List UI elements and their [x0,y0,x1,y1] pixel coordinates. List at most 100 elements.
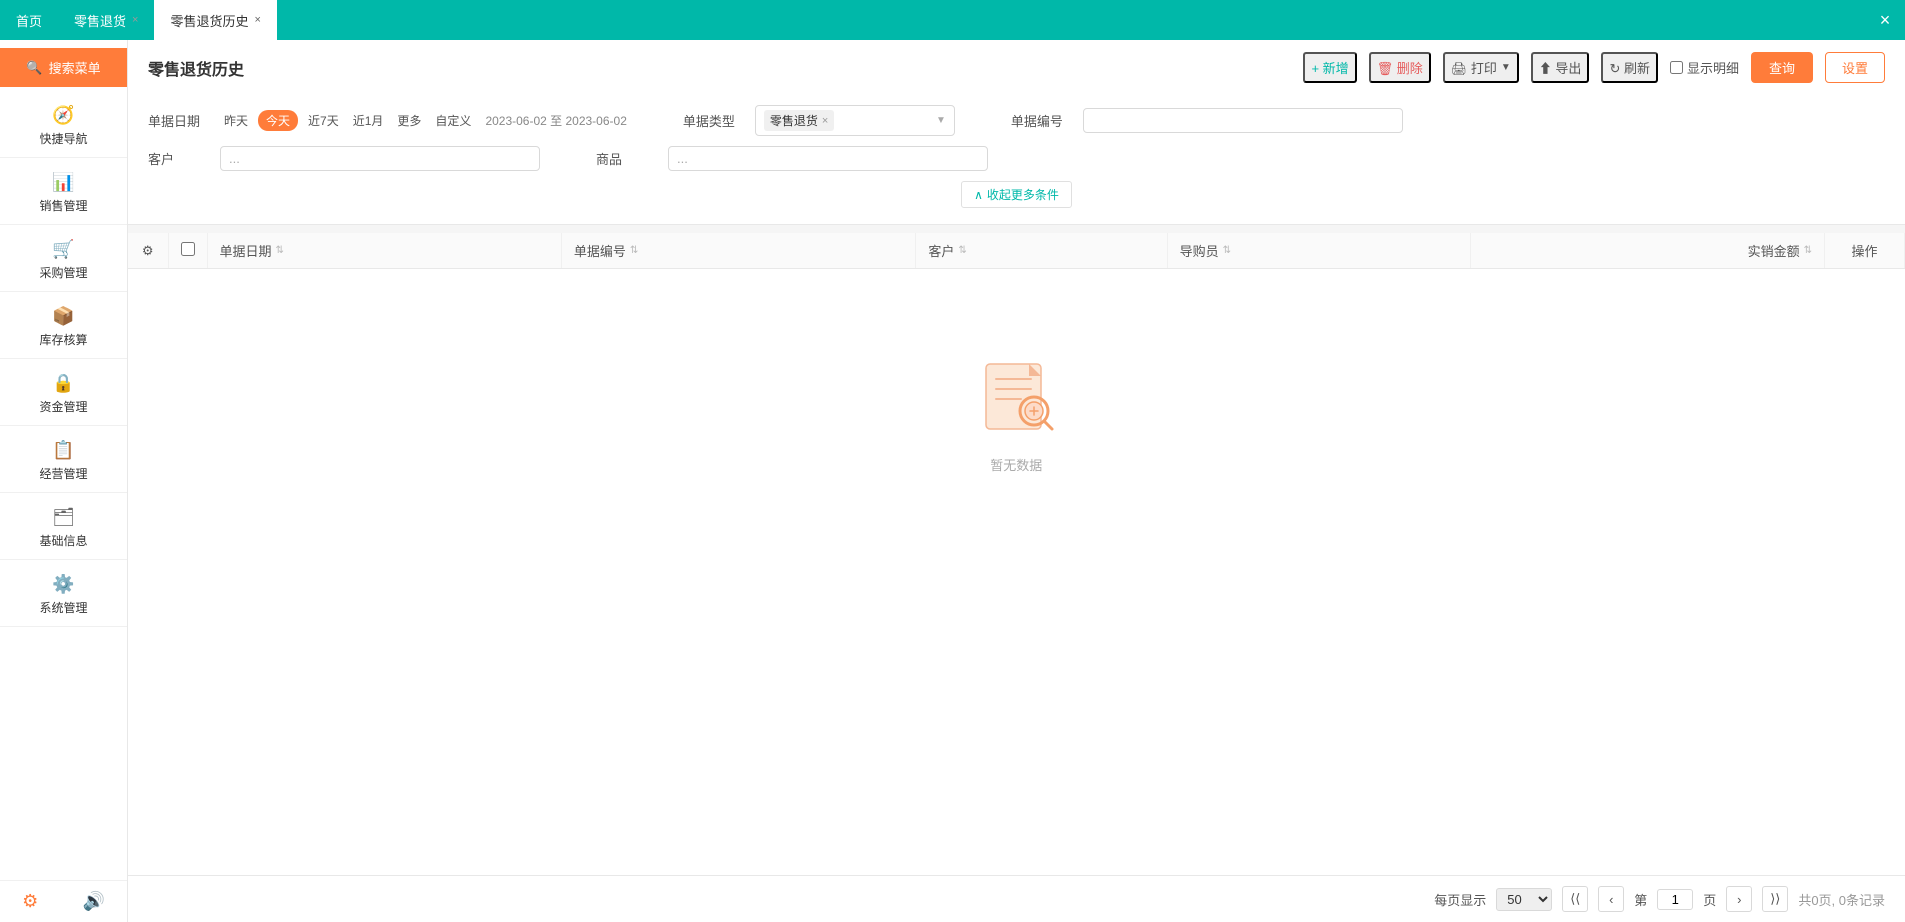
doc-type-select[interactable]: 零售退货 × ▼ [755,105,955,136]
doc-type-label: 单据类型 [683,111,739,130]
collapse-button[interactable]: ∧ 收起更多条件 [961,181,1072,208]
goods-select[interactable]: ... [668,146,988,171]
table-settings-icon[interactable]: ⚙ [142,243,154,258]
date-options: 昨天 今天 近7天 近1月 更多 自定义 2023-06-02 至 2023-0… [220,110,627,131]
table-body: 暂无数据 [128,269,1905,555]
app-layout: 🔍 搜索菜单 🧭 快捷导航 📊 销售管理 🛒 采购管理 📦 库存核算 🔒 资金管… [0,40,1905,922]
show-detail-checkbox[interactable] [1670,61,1683,74]
page-label: 页 [1703,890,1716,909]
sidebar-item-purchase-mgmt[interactable]: 🛒 采购管理 [0,225,127,292]
date-opt-yesterday[interactable]: 昨天 [220,110,252,131]
doc-no-input[interactable] [1083,108,1403,133]
basic-info-icon: 🗂 [52,507,75,528]
tab-retail-return-history[interactable]: 零售退货历史 × [154,0,276,40]
doc-no-label: 单据编号 [1011,111,1067,130]
query-button[interactable]: 查询 [1751,52,1813,83]
empty-text: 暂无数据 [990,455,1042,474]
delete-button[interactable]: 🗑 删除 [1369,52,1431,83]
customer-placeholder: ... [229,151,240,166]
date-opt-1month[interactable]: 近1月 [349,110,388,131]
main-content: 零售退货历史 + 新增 🗑 删除 🖨 打印 ▼ ⬆ 导出 [128,40,1905,922]
sidebar: 🔍 搜索菜单 🧭 快捷导航 📊 销售管理 🛒 采购管理 📦 库存核算 🔒 资金管… [0,40,128,922]
page-title-row: 零售退货历史 + 新增 🗑 删除 🖨 打印 ▼ ⬆ 导出 [148,52,1885,83]
page-word: 第 [1634,890,1647,909]
sidebar-item-basic-info[interactable]: 🗂 基础信息 [0,493,127,560]
show-detail-checkbox-label[interactable]: 显示明细 [1670,58,1739,77]
sidebar-item-inventory[interactable]: 📦 库存核算 [0,292,127,359]
collapse-icon: ∧ [974,188,983,202]
customer-select[interactable]: ... [220,146,540,171]
sidebar-item-system[interactable]: ⚙️ 系统管理 [0,560,127,627]
doc-type-tag: 零售退货 × [764,110,834,131]
quick-nav-icon: 🧭 [52,105,74,126]
date-opt-custom[interactable]: 自定义 [431,110,475,131]
date-filter-label: 单据日期 [148,111,204,130]
sort-doc-no-icon: ⇅ [630,245,638,256]
th-doc-no[interactable]: 单据编号 ⇅ [561,233,915,269]
print-button[interactable]: 🖨 打印 ▼ [1443,52,1519,83]
page-size-select[interactable]: 50 10 20 100 [1496,888,1552,911]
empty-icon [966,349,1066,439]
sort-guide-icon: ⇅ [1223,245,1231,256]
settings-bottom-icon[interactable]: ⚙ [22,891,38,912]
date-range-display: 2023-06-02 至 2023-06-02 [485,112,626,129]
sidebar-item-quick-nav[interactable]: 🧭 快捷导航 [0,91,127,158]
export-button[interactable]: ⬆ 导出 [1531,52,1590,83]
tab-home[interactable]: 首页 [0,0,58,40]
toolbar: + 新增 🗑 删除 🖨 打印 ▼ ⬆ 导出 ↻ 刷新 [1303,52,1885,83]
empty-state: 暂无数据 [128,269,1905,554]
sort-doc-date-icon: ⇅ [276,245,284,256]
window-close-button[interactable]: × [1865,0,1905,40]
print-dropdown-icon: ▼ [1501,62,1511,73]
sidebar-item-sales-mgmt[interactable]: 📊 销售管理 [0,158,127,225]
search-icon: 🔍 [26,60,42,76]
purchase-icon: 🛒 [52,239,74,260]
pagination-bar: 每页显示 50 10 20 100 ⟨⟨ ‹ 第 页 › ⟩⟩ 共0页, 0条记… [128,875,1905,922]
goods-placeholder: ... [677,151,688,166]
sidebar-item-finance[interactable]: 🔒 资金管理 [0,359,127,426]
sort-amount-icon: ⇅ [1804,245,1812,256]
th-checkbox [168,233,207,269]
filter-row-1: 单据日期 昨天 今天 近7天 近1月 更多 自定义 2023-06-02 至 2… [148,105,1885,136]
filter-area: 单据日期 昨天 今天 近7天 近1月 更多 自定义 2023-06-02 至 2… [148,95,1885,216]
tab-retail-return-history-close[interactable]: × [254,14,260,26]
th-customer[interactable]: 客户 ⇅ [916,233,1167,269]
sidebar-bottom: ⚙ 🔊 [0,880,127,922]
add-button[interactable]: + 新增 [1303,52,1356,83]
data-table: ⚙ 单据日期 ⇅ 单据编号 [128,233,1905,554]
data-table-container: ⚙ 单据日期 ⇅ 单据编号 [128,233,1905,875]
page-header: 零售退货历史 + 新增 🗑 删除 🖨 打印 ▼ ⬆ 导出 [128,40,1905,225]
date-opt-7days[interactable]: 近7天 [304,110,343,131]
doc-type-dropdown-icon: ▼ [936,115,946,126]
refresh-button[interactable]: ↻ 刷新 [1601,52,1658,83]
page-size-label: 每页显示 [1434,890,1486,909]
th-doc-date[interactable]: 单据日期 ⇅ [207,233,561,269]
page-summary: 共0页, 0条记录 [1798,890,1885,909]
next-page-button[interactable]: › [1726,886,1752,912]
goods-filter-label: 商品 [596,149,652,168]
doc-type-tag-close[interactable]: × [822,115,828,127]
inventory-icon: 📦 [52,306,74,327]
prev-page-button[interactable]: ‹ [1598,886,1624,912]
table-header: ⚙ 单据日期 ⇅ 单据编号 [128,233,1905,269]
audio-icon[interactable]: 🔊 [82,891,104,912]
last-page-button[interactable]: ⟩⟩ [1762,886,1788,912]
sort-customer-icon: ⇅ [958,245,966,256]
sidebar-search[interactable]: 🔍 搜索菜单 [0,48,127,87]
set-button[interactable]: 设置 [1825,52,1885,83]
tab-retail-return[interactable]: 零售退货 × [58,0,154,40]
finance-icon: 🔒 [52,373,74,394]
page-number-input[interactable] [1657,889,1693,910]
th-actual-amount[interactable]: 实销金额 ⇅ [1470,233,1824,269]
sidebar-item-operations[interactable]: 📋 经营管理 [0,426,127,493]
top-bar: 首页 零售退货 × 零售退货历史 × × [0,0,1905,40]
operations-icon: 📋 [52,440,74,461]
tab-retail-return-close[interactable]: × [132,14,138,26]
th-guide[interactable]: 导购员 ⇅ [1167,233,1470,269]
date-opt-more[interactable]: 更多 [393,110,425,131]
first-page-button[interactable]: ⟨⟨ [1562,886,1588,912]
date-opt-today[interactable]: 今天 [258,110,298,131]
tab-bar: 首页 零售退货 × 零售退货历史 × [0,0,1865,40]
select-all-checkbox[interactable] [181,242,195,256]
th-settings[interactable]: ⚙ [128,233,168,269]
